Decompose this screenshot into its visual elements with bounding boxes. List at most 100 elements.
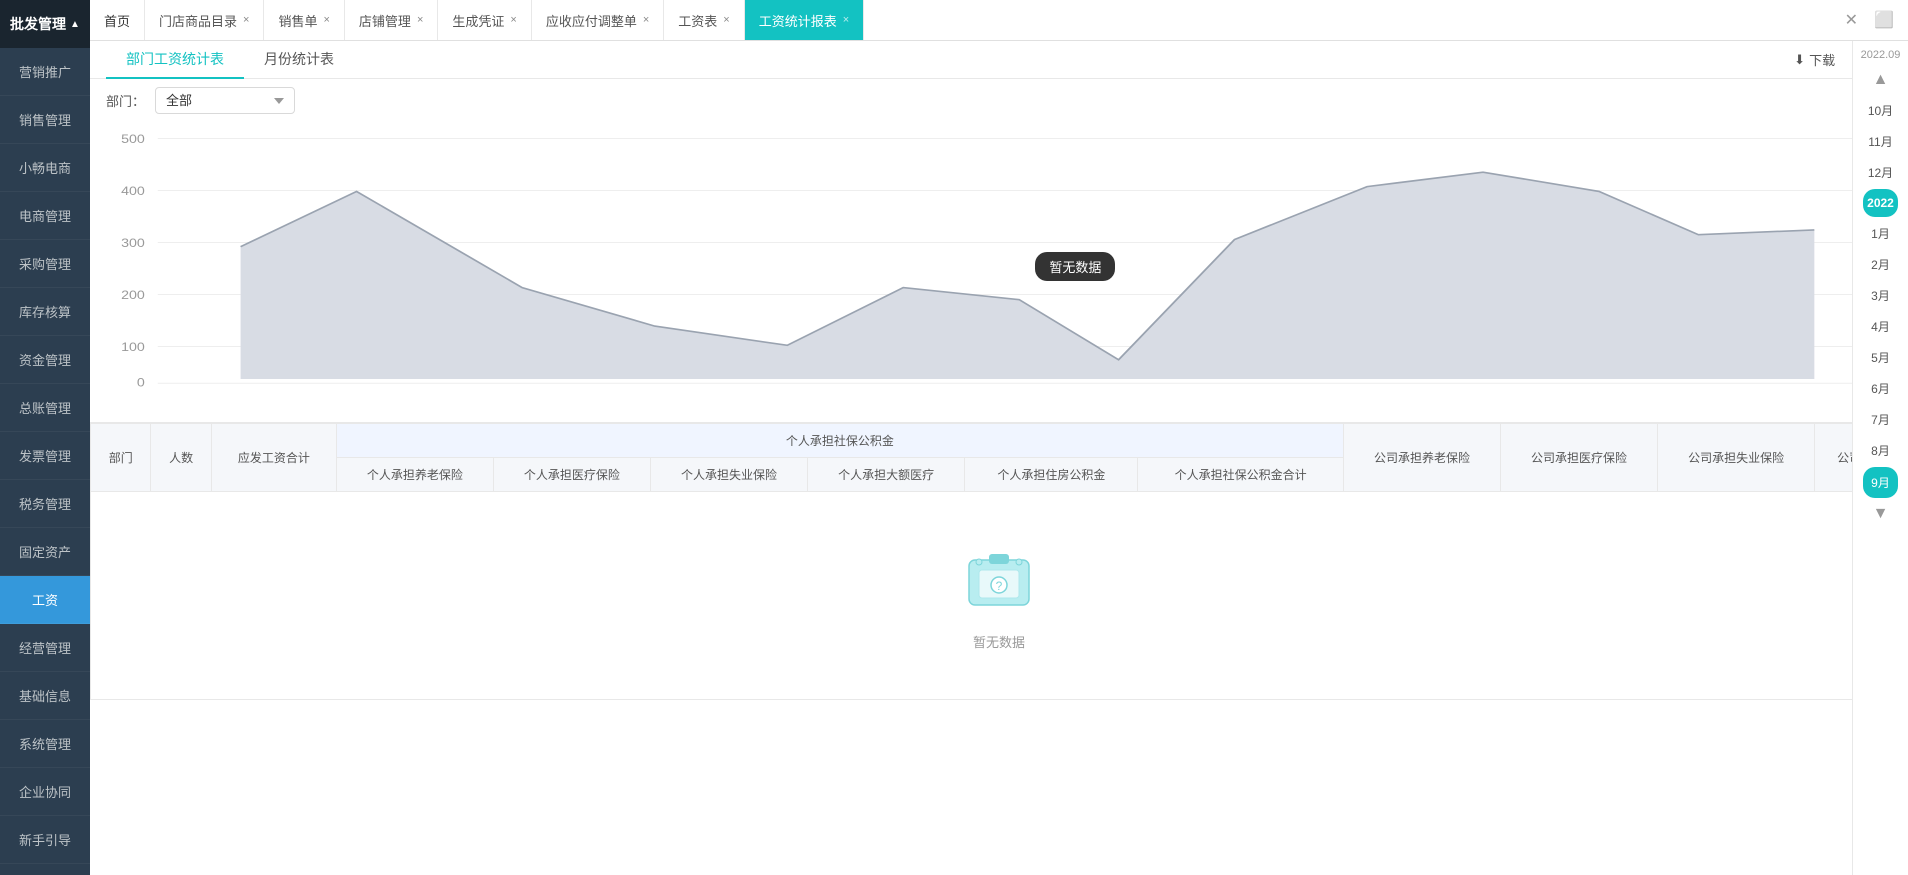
date-year-2022[interactable]: 2022	[1863, 189, 1898, 217]
tab-bar: 首页门店商品目录×销售单×店铺管理×生成凭证×应收应付调整单×工资表×工资统计报…	[90, 0, 1908, 41]
data-table: 部门 人数 应发工资合计 个人承担社保公积金 公司承担养老保险 公司承担医疗保险…	[90, 423, 1908, 700]
empty-state-icon: ?	[959, 540, 1039, 620]
tab-1[interactable]: 门店商品目录 ×	[145, 0, 264, 40]
download-label: 下载	[1809, 50, 1835, 69]
date-panel-down-arrow[interactable]: ▼	[1867, 499, 1895, 529]
filter-row: 部门： 全部 部门A 部门B 部门C	[90, 79, 1908, 122]
tab-0[interactable]: 首页	[90, 0, 145, 40]
tab-label-5: 应收应付调整单	[546, 11, 637, 30]
tab-label-2: 销售单	[278, 11, 317, 30]
department-select[interactable]: 全部 部门A 部门B 部门C	[155, 87, 295, 114]
th-department: 部门	[91, 424, 151, 492]
tab-label-0: 首页	[104, 11, 130, 30]
date-current-2月[interactable]: 2月	[1857, 249, 1904, 280]
th-company-unemployment: 公司承担失业保险	[1658, 424, 1815, 492]
tab-label-4: 生成凭证	[452, 11, 504, 30]
svg-text:300: 300	[121, 236, 145, 250]
th-total-salary: 应发工资合计	[211, 424, 336, 492]
sidebar-item-6[interactable]: 资金管理	[0, 336, 90, 384]
sidebar-item-5[interactable]: 库存核算	[0, 288, 90, 336]
date-current-1月[interactable]: 1月	[1857, 218, 1904, 249]
date-current-5月[interactable]: 5月	[1857, 342, 1904, 373]
sidebar-item-14[interactable]: 系统管理	[0, 720, 90, 768]
sidebar-item-1[interactable]: 销售管理	[0, 96, 90, 144]
th-personal-housing: 个人承担住房公积金	[965, 458, 1138, 492]
th-company-medical: 公司承担医疗保险	[1501, 424, 1658, 492]
main-area: 首页门店商品目录×销售单×店铺管理×生成凭证×应收应付调整单×工资表×工资统计报…	[90, 0, 1908, 875]
sidebar-item-15[interactable]: 企业协同	[0, 768, 90, 816]
tab-4[interactable]: 生成凭证 ×	[438, 0, 531, 40]
th-personal-insurance-group: 个人承担社保公积金	[336, 424, 1343, 458]
th-headcount: 人数	[151, 424, 211, 492]
sidebar-item-16[interactable]: 新手引导	[0, 816, 90, 864]
sidebar-item-8[interactable]: 发票管理	[0, 432, 90, 480]
tab-3[interactable]: 店铺管理 ×	[345, 0, 438, 40]
chart-svg: 500 400 300 200 100 0	[106, 132, 1892, 392]
sidebar-title: 批发管理	[10, 14, 66, 34]
tab-7[interactable]: 工资统计报表 ×	[745, 0, 864, 40]
content-area: 部门工资统计表月份统计表 ⬇ 下载 ↻ 刷新 部门： 全部 部门A 部门B 部门…	[90, 41, 1908, 875]
tab-label-1: 门店商品目录	[159, 11, 237, 30]
svg-text:500: 500	[121, 132, 145, 146]
sidebar-header[interactable]: 批发管理 ▲	[0, 0, 90, 48]
date-2022-12月[interactable]: 12月	[1857, 157, 1904, 188]
sidebar-item-12[interactable]: 经营管理	[0, 624, 90, 672]
date-2022-11月[interactable]: 11月	[1857, 126, 1904, 157]
sidebar: 批发管理 ▲ 营销推广销售管理小畅电商电商管理采购管理库存核算资金管理总账管理发…	[0, 0, 90, 875]
sidebar-item-17[interactable]: 云应用	[0, 864, 90, 875]
tab-label-6: 工资表	[678, 11, 717, 30]
date-panel-current-date: 2022.09	[1853, 45, 1908, 65]
sidebar-item-13[interactable]: 基础信息	[0, 672, 90, 720]
date-2022-10月[interactable]: 10月	[1857, 95, 1904, 126]
date-current-7月[interactable]: 7月	[1857, 404, 1904, 435]
empty-text: 暂无数据	[973, 632, 1025, 651]
tab-close-6[interactable]: ×	[723, 14, 729, 26]
date-panel-up-arrow[interactable]: ▲	[1867, 65, 1895, 95]
sub-tabs: 部门工资统计表月份统计表	[106, 41, 354, 78]
sidebar-arrow-icon: ▲	[70, 19, 80, 30]
date-current-8月[interactable]: 8月	[1857, 435, 1904, 466]
svg-text:?: ?	[996, 579, 1003, 593]
sub-tab-1[interactable]: 月份统计表	[244, 41, 354, 79]
sidebar-item-2[interactable]: 小畅电商	[0, 144, 90, 192]
date-current-4月[interactable]: 4月	[1857, 311, 1904, 342]
date-panel: 2022.09 ▲ 10月11月12月20221月2月3月4月5月6月7月8月9…	[1852, 41, 1908, 875]
date-current-9月[interactable]: 9月	[1863, 467, 1898, 498]
tab-close-4[interactable]: ×	[510, 14, 516, 26]
tab-bar-end: ✕ ⬜	[1831, 6, 1908, 34]
sidebar-item-7[interactable]: 总账管理	[0, 384, 90, 432]
tab-close-1[interactable]: ×	[243, 14, 249, 26]
date-current-3月[interactable]: 3月	[1857, 280, 1904, 311]
sidebar-item-0[interactable]: 营销推广	[0, 48, 90, 96]
tab-2[interactable]: 销售单 ×	[264, 0, 344, 40]
restore-icon[interactable]: ⬜	[1870, 6, 1898, 34]
tab-6[interactable]: 工资表 ×	[664, 0, 744, 40]
chart-area: 500 400 300 200 100 0 暂无数据	[90, 122, 1908, 422]
table-empty-state: ? 暂无数据	[91, 492, 1908, 700]
tab-close-7[interactable]: ×	[843, 14, 849, 26]
close-all-icon[interactable]: ✕	[1841, 6, 1862, 34]
sidebar-item-10[interactable]: 固定资产	[0, 528, 90, 576]
table-container[interactable]: 部门 人数 应发工资合计 个人承担社保公积金 公司承担养老保险 公司承担医疗保险…	[90, 422, 1908, 875]
th-personal-pension: 个人承担养老保险	[336, 458, 493, 492]
th-personal-total: 个人承担社保公积金合计	[1138, 458, 1343, 492]
tab-close-2[interactable]: ×	[323, 14, 329, 26]
tab-close-5[interactable]: ×	[643, 14, 649, 26]
tab-label-3: 店铺管理	[359, 11, 411, 30]
svg-text:400: 400	[121, 184, 145, 198]
th-personal-unemployment: 个人承担失业保险	[650, 458, 807, 492]
tab-label-7: 工资统计报表	[759, 11, 837, 30]
download-icon: ⬇	[1794, 52, 1805, 68]
sidebar-item-11[interactable]: 工资	[0, 576, 90, 624]
sub-tab-0[interactable]: 部门工资统计表	[106, 41, 244, 79]
download-button[interactable]: ⬇ 下载	[1794, 50, 1835, 69]
date-current-6月[interactable]: 6月	[1857, 373, 1904, 404]
sidebar-item-4[interactable]: 采购管理	[0, 240, 90, 288]
tab-5[interactable]: 应收应付调整单 ×	[532, 0, 664, 40]
sidebar-item-3[interactable]: 电商管理	[0, 192, 90, 240]
th-personal-large-medical: 个人承担大额医疗	[808, 458, 965, 492]
tab-close-3[interactable]: ×	[417, 14, 423, 26]
th-company-pension: 公司承担养老保险	[1343, 424, 1500, 492]
sidebar-item-9[interactable]: 税务管理	[0, 480, 90, 528]
department-filter-label: 部门：	[106, 91, 145, 110]
